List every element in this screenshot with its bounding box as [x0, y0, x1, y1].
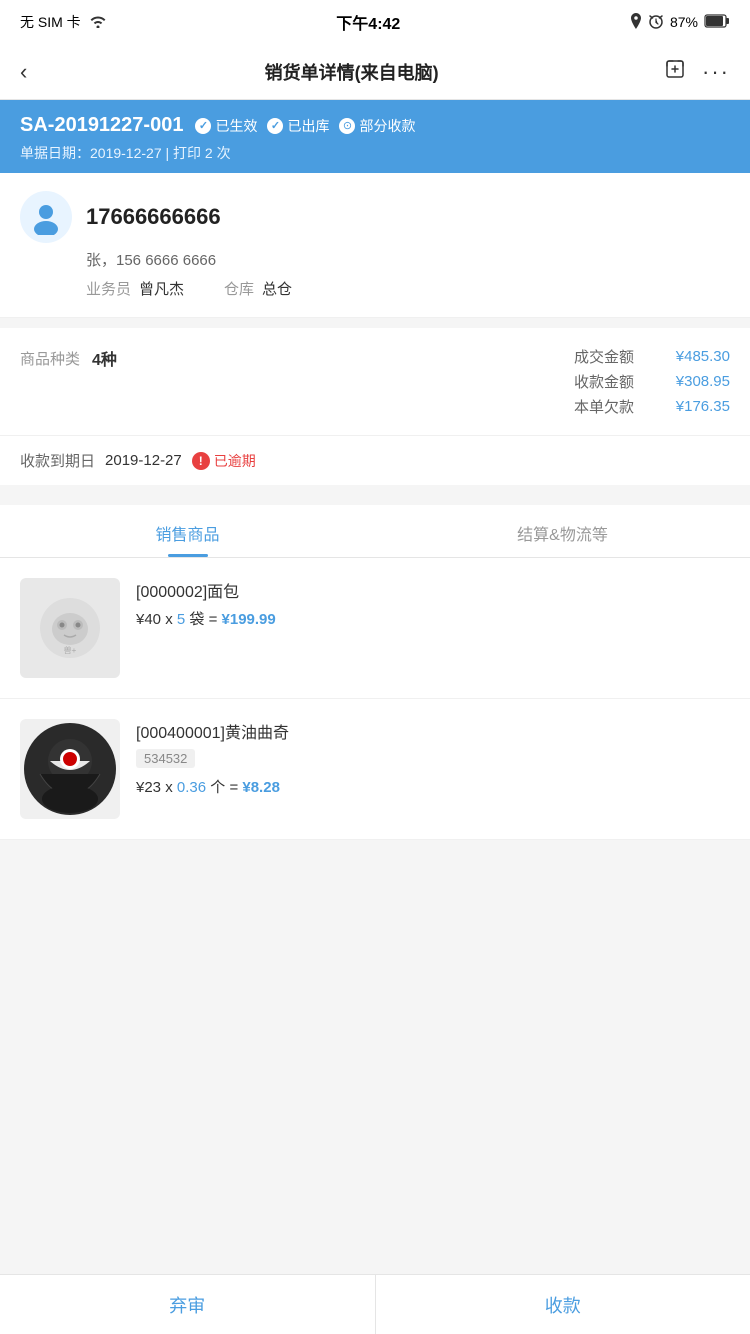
stats-right: 成交金额 ¥485.30 收款金额 ¥308.95 本单欠款 ¥176.35: [574, 346, 730, 417]
overdue-badge: ! 已逾期: [192, 451, 256, 471]
collected-value: ¥308.95: [650, 373, 730, 390]
tabs-section: 销售商品 结算&物流等: [0, 505, 750, 558]
tab-settlement-label: 结算&物流等: [517, 527, 608, 544]
clock-icon: ⊙: [339, 118, 355, 134]
order-id: SA-20191227-001: [20, 114, 183, 137]
due-section: 收款到期日 2019-12-27 ! 已逾期: [0, 435, 750, 485]
reject-button[interactable]: 弃审: [0, 1275, 376, 1334]
status-bar: 无 SIM 卡 下午4:42 87%: [0, 0, 750, 44]
product-price-row-1: ¥40 x 5 袋 = ¥199.99: [136, 608, 730, 629]
collected-label: 收款金额: [574, 371, 634, 392]
product-total-1: ¥199.99: [222, 611, 276, 628]
battery-icon: [704, 14, 730, 31]
status-badge-effective: ✓ 已生效: [195, 116, 257, 136]
product-qty-2: 0.36: [177, 779, 206, 796]
battery-text: 87%: [670, 14, 698, 30]
product-item: 兽+ [0000002]面包 ¥40 x 5 袋 = ¥199.99: [0, 558, 750, 699]
avatar: [20, 191, 72, 243]
overdue-dot-icon: !: [192, 452, 210, 470]
warehouse-label: 仓库: [224, 278, 254, 299]
tab-settlement[interactable]: 结算&物流等: [375, 505, 750, 557]
product-total-2: ¥8.28: [242, 779, 280, 796]
nav-bar: ‹ 销货单详情(来自电脑) ···: [0, 44, 750, 100]
debt-value: ¥176.35: [650, 398, 730, 415]
type-label: 商品种类: [20, 348, 80, 369]
product-name-2: [000400001]黄油曲奇: [136, 719, 730, 743]
product-item-2: [000400001]黄油曲奇 534532 ¥23 x 0.36 个 = ¥8…: [0, 699, 750, 840]
stats-section: 商品种类 4种 成交金额 ¥485.30 收款金额 ¥308.95 本单欠款 ¥…: [0, 328, 750, 435]
bottom-bar: 弃审 收款: [0, 1274, 750, 1334]
page-title: 销货单详情(来自电脑): [39, 59, 664, 85]
debt-label: 本单欠款: [574, 396, 634, 417]
due-date: 2019-12-27: [105, 452, 182, 469]
tab-sales-label: 销售商品: [155, 527, 219, 544]
sales-value: 曾凡杰: [139, 278, 184, 299]
tabs-row: 销售商品 结算&物流等: [0, 505, 750, 557]
collect-button[interactable]: 收款: [376, 1275, 750, 1334]
svg-text:兽+: 兽+: [64, 645, 77, 655]
deal-amount-row: 成交金额 ¥485.30: [574, 346, 730, 367]
stats-left: 商品种类 4种: [20, 346, 117, 370]
status-badges: ✓ 已生效 ✓ 已出库 ⊙ 部分收款: [195, 116, 415, 136]
more-button[interactable]: ···: [702, 59, 730, 85]
customer-meta: 业务员 曾凡杰 仓库 总仓: [20, 278, 730, 299]
overdue-text: 已逾期: [214, 451, 256, 471]
location-icon: [630, 13, 642, 32]
product-price-1: ¥40: [136, 611, 161, 628]
product-unit-1: 袋: [189, 611, 204, 628]
product-price-row-2: ¥23 x 0.36 个 = ¥8.28: [136, 776, 730, 797]
check-icon-1: ✓: [195, 118, 211, 134]
header-date-print: 单据日期：2019-12-27 | 打印 2 次: [20, 143, 730, 163]
status-left: 无 SIM 卡: [20, 12, 107, 32]
divider-2: [0, 485, 750, 495]
customer-name-phone: 张，156 6666 6666: [20, 249, 730, 270]
carrier-text: 无 SIM 卡: [20, 12, 81, 32]
status-time: 下午4:42: [336, 10, 400, 34]
debt-row: 本单欠款 ¥176.35: [574, 396, 730, 417]
products-section: 兽+ [0000002]面包 ¥40 x 5 袋 = ¥199.99: [0, 558, 750, 840]
check-icon-2: ✓: [267, 118, 283, 134]
back-button[interactable]: ‹: [20, 51, 39, 93]
sales-person: 业务员 曾凡杰: [86, 278, 184, 299]
deal-amount-value: ¥485.30: [650, 348, 730, 365]
product-placeholder-1: 兽+: [20, 578, 120, 678]
sales-label: 业务员: [86, 278, 131, 299]
collected-row: 收款金额 ¥308.95: [574, 371, 730, 392]
nav-actions: ···: [664, 58, 730, 86]
status-right: 87%: [630, 13, 730, 32]
warehouse: 仓库 总仓: [224, 278, 292, 299]
deal-amount-label: 成交金额: [574, 346, 634, 367]
warehouse-value: 总仓: [262, 278, 292, 299]
product-info-1: [0000002]面包 ¥40 x 5 袋 = ¥199.99: [136, 578, 730, 629]
customer-section: 17666666666 张，156 6666 6666 业务员 曾凡杰 仓库 总…: [0, 173, 750, 318]
divider-1: [0, 318, 750, 328]
product-name-1: [0000002]面包: [136, 578, 730, 602]
customer-phone: 17666666666: [86, 204, 221, 230]
product-unit-2: 个: [210, 779, 225, 796]
type-count: 4种: [92, 346, 117, 370]
tab-sales-products[interactable]: 销售商品: [0, 505, 375, 557]
tab-underline: [168, 554, 208, 557]
header-banner: SA-20191227-001 ✓ 已生效 ✓ 已出库 ⊙ 部分收款 单据日期：…: [0, 100, 750, 173]
product-qty-1: 5: [177, 611, 185, 628]
product-price-2: ¥23: [136, 779, 161, 796]
alarm-icon: [648, 13, 664, 32]
due-label: 收款到期日: [20, 450, 95, 471]
bottom-spacer: [0, 840, 750, 910]
share-button[interactable]: [664, 58, 686, 86]
status-badge-shipped: ✓ 已出库: [267, 116, 329, 136]
status-badge-partial: ⊙ 部分收款: [339, 116, 415, 136]
product-batch-2: 534532: [136, 749, 195, 768]
product-image-2: [20, 719, 120, 819]
product-image-1: 兽+: [20, 578, 120, 678]
wifi-icon: [89, 14, 107, 31]
product-info-2: [000400001]黄油曲奇 534532 ¥23 x 0.36 个 = ¥8…: [136, 719, 730, 797]
